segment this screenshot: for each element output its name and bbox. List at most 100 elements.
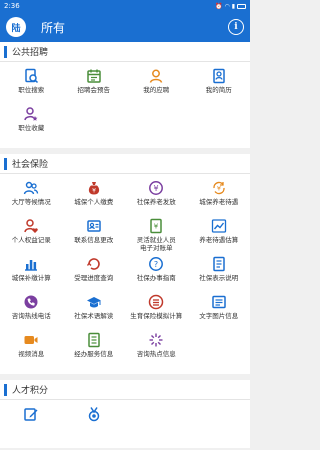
section-header: 公共招聘 xyxy=(0,42,250,62)
service-item[interactable]: 经办服务信息 xyxy=(63,332,126,370)
section: 人才积分 xyxy=(0,380,250,448)
service-item[interactable]: ¥ 灵活就业人员电子对账单 xyxy=(125,218,188,256)
service-item-label: 个人权益记录 xyxy=(11,236,51,244)
section-header: 社会保险 xyxy=(0,154,250,174)
service-item-label: 文字图片信息 xyxy=(199,312,239,320)
service-item-label: 生育保险模拟计算 xyxy=(130,312,183,320)
video-icon xyxy=(23,332,39,348)
service-item[interactable]: 个人权益记录 xyxy=(0,218,63,256)
service-item[interactable] xyxy=(63,406,126,444)
yen-circle-icon: ¥ xyxy=(148,180,164,196)
service-item-label: 招聘会预告 xyxy=(77,86,111,94)
service-item-label: 我的应聘 xyxy=(143,86,170,94)
service-item-label: 咨询热点信息 xyxy=(136,350,176,358)
service-item[interactable]: 视频消息 xyxy=(0,332,63,370)
phone-icon xyxy=(23,294,39,310)
service-grid xyxy=(0,400,250,448)
service-item[interactable]: ¥ 城保养老待遇 xyxy=(188,180,251,218)
service-item[interactable]: 养老待遇估算 xyxy=(188,218,251,256)
service-item-label: 经办服务信息 xyxy=(74,350,114,358)
service-grid: 职位搜索 招聘会预告 我的应聘 我的简历职位收藏 xyxy=(0,62,250,148)
section-accent-bar xyxy=(4,45,7,58)
resume-icon xyxy=(211,68,227,84)
service-item[interactable]: 招聘会预告 xyxy=(63,68,126,106)
image-doc-icon xyxy=(211,294,227,310)
service-item-label: 职位收藏 xyxy=(18,124,45,132)
section-accent-bar xyxy=(4,157,7,170)
service-item-label: 视频消息 xyxy=(18,350,45,358)
user-star-icon xyxy=(23,106,39,122)
service-item-label: 社保表示说明 xyxy=(199,274,239,282)
service-item-label: 社保术语解读 xyxy=(74,312,114,320)
service-item-label: 大厅等候情况 xyxy=(11,198,51,206)
service-item[interactable]: 受理进度查询 xyxy=(63,256,126,294)
service-item[interactable]: ? 社保办事指南 xyxy=(125,256,188,294)
service-grid: 大厅等候情况 ¥ 城保个人缴费 ¥ 社保养老发放 ¥ 城保养老待遇 个人权益记录 联系信息更改 ¥… xyxy=(0,174,250,374)
money-bag-icon: ¥ xyxy=(86,180,102,196)
service-item-label: 受理进度查询 xyxy=(74,274,114,282)
people-icon xyxy=(23,180,39,196)
medal-icon xyxy=(86,406,102,422)
service-item[interactable]: 生育保险模拟计算 xyxy=(125,294,188,332)
bar-chart-icon xyxy=(23,256,39,272)
bill-icon: ¥ xyxy=(148,218,164,234)
user-heart-icon xyxy=(23,218,39,234)
svg-text:¥: ¥ xyxy=(92,188,96,195)
hotspot-icon xyxy=(148,332,164,348)
info-doc-icon xyxy=(86,332,102,348)
service-item[interactable] xyxy=(0,406,63,444)
trend-chart-icon xyxy=(211,218,227,234)
service-item-label: 城保养老待遇 xyxy=(199,198,239,206)
service-item[interactable]: 社保术语解读 xyxy=(63,294,126,332)
alarm-icon: ⏰ xyxy=(214,2,223,10)
calculator-icon xyxy=(148,294,164,310)
service-item-label: 社保养老发放 xyxy=(136,198,176,206)
service-item[interactable]: 我的简历 xyxy=(188,68,251,106)
question-icon: ? xyxy=(148,256,164,272)
app-header: 陆 所有 i xyxy=(0,12,250,42)
service-item-label: 职位搜索 xyxy=(18,86,45,94)
service-item[interactable]: 文字图片信息 xyxy=(188,294,251,332)
service-item[interactable]: 社保表示说明 xyxy=(188,256,251,294)
service-item-label: 我的简历 xyxy=(205,86,232,94)
status-bar: 2:36 ⏰ ◠ ▮ xyxy=(0,0,250,12)
service-item-label: 咨询热线电话 xyxy=(11,312,51,320)
refresh-icon xyxy=(86,256,102,272)
app-logo[interactable]: 陆 xyxy=(6,17,26,37)
signal-icon: ▮ xyxy=(231,2,235,10)
service-item[interactable]: ¥ 城保个人缴费 xyxy=(63,180,126,218)
section-title: 公共招聘 xyxy=(12,48,49,58)
calendar-icon xyxy=(86,68,102,84)
svg-text:¥: ¥ xyxy=(217,185,221,193)
section-accent-bar xyxy=(4,383,7,396)
service-item[interactable]: 职位搜索 xyxy=(0,68,63,106)
service-item[interactable]: ¥ 社保养老发放 xyxy=(125,180,188,218)
service-item[interactable]: 我的应聘 xyxy=(125,68,188,106)
service-item[interactable]: 职位收藏 xyxy=(0,106,63,144)
yen-refresh-icon: ¥ xyxy=(211,180,227,196)
list-doc-icon xyxy=(211,256,227,272)
service-item[interactable]: 咨询热点信息 xyxy=(125,332,188,370)
service-item[interactable]: 联系信息更改 xyxy=(63,218,126,256)
wifi-icon: ◠ xyxy=(224,2,230,10)
section: 公共招聘职位搜索 招聘会预告 我的应聘 我的简历职位收藏 xyxy=(0,42,250,148)
svg-text:¥: ¥ xyxy=(154,184,159,193)
service-item-label: 城保个人缴费 xyxy=(74,198,114,206)
service-item[interactable]: 大厅等候情况 xyxy=(0,180,63,218)
status-time: 2:36 xyxy=(4,2,20,10)
section-title: 人才积分 xyxy=(12,386,49,396)
graduation-icon xyxy=(86,294,102,310)
section-header: 人才积分 xyxy=(0,380,250,400)
service-item-label: 社保办事指南 xyxy=(136,274,176,282)
service-item-label: 城保补缴计算 xyxy=(11,274,51,282)
section-title: 社会保险 xyxy=(12,160,49,170)
battery-icon xyxy=(237,3,246,9)
status-icons: ⏰ ◠ ▮ xyxy=(215,3,246,10)
page-title: 所有 xyxy=(41,20,66,35)
service-item[interactable]: 咨询热线电话 xyxy=(0,294,63,332)
user-icon xyxy=(148,68,164,84)
service-item-label: 灵活就业人员电子对账单 xyxy=(136,236,176,252)
service-item[interactable]: 城保补缴计算 xyxy=(0,256,63,294)
service-item-label: 养老待遇估算 xyxy=(199,236,239,244)
info-icon[interactable]: i xyxy=(228,19,244,35)
